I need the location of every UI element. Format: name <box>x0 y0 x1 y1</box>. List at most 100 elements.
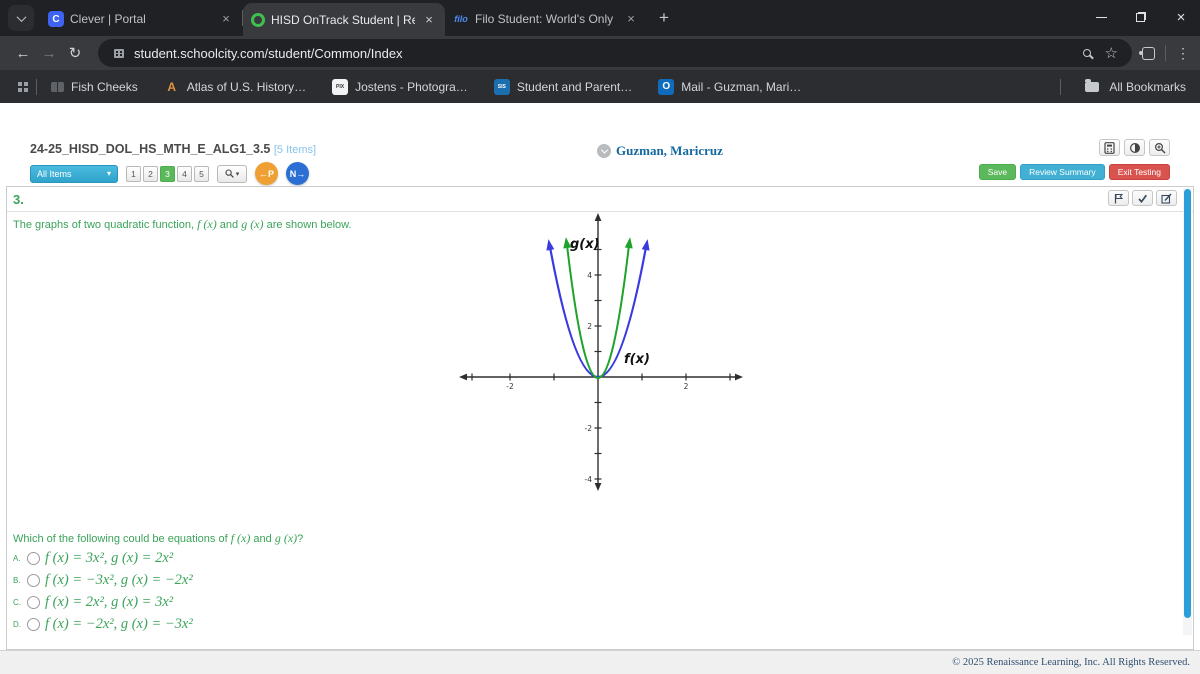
student-chip: Guzman, Maricruz <box>597 143 723 159</box>
x-axis-right-arrow <box>735 373 743 381</box>
bookmark-fish-cheeks[interactable]: Fish Cheeks <box>51 80 138 94</box>
y-tick-pos4: 4 <box>587 271 592 280</box>
tab-search-button[interactable] <box>8 5 34 31</box>
tab-title: HISD OnTrack Student | Renais <box>271 12 415 27</box>
pager-item-4[interactable]: 4 <box>177 165 192 182</box>
panel-scrollbar-thumb[interactable] <box>1184 189 1191 619</box>
option-b-equation: f (x) = −3x², g (x) = −2x² <box>45 571 193 588</box>
browser-menu-icon[interactable]: ⋮ <box>1176 45 1190 62</box>
window-close-button[interactable]: × <box>1168 4 1194 30</box>
pager-item-1[interactable]: 1 <box>126 165 141 182</box>
x-tick-pos2: 2 <box>684 382 689 391</box>
f-curve-left-arrow <box>546 239 555 251</box>
notes-button[interactable] <box>1156 190 1177 206</box>
extensions-icon[interactable] <box>1139 46 1155 60</box>
flag-question-button[interactable] <box>1108 190 1129 206</box>
all-bookmarks-button[interactable]: All Bookmarks <box>1060 78 1186 95</box>
forward-button[interactable]: → <box>36 40 62 66</box>
zoom-page-icon[interactable] <box>1082 49 1091 57</box>
minimize-button[interactable] <box>1088 4 1114 30</box>
reload-button[interactable]: ↻ <box>62 40 88 66</box>
option-b-row: B. f (x) = −3x², g (x) = −2x² <box>13 569 193 591</box>
exit-testing-button[interactable]: Exit Testing <box>1108 164 1170 180</box>
answer-options: A. f (x) = 3x², g (x) = 2x² B. f (x) = −… <box>13 547 193 635</box>
close-icon[interactable]: × <box>218 11 234 27</box>
bookmark-outlook-mail[interactable]: O Mail - Guzman, Mari… <box>658 78 801 95</box>
f-curve-label: f(x) <box>624 352 650 367</box>
bookmarks-bar: Fish Cheeks A Atlas of U.S. History… PIX… <box>0 70 1200 103</box>
option-b-radio[interactable] <box>27 573 40 587</box>
atlas-a-icon: A <box>167 79 177 94</box>
address-bar[interactable]: student.schoolcity.com/student/Common/In… <box>98 39 1132 67</box>
restore-button[interactable] <box>1128 4 1154 30</box>
bookmark-star-icon[interactable]: ☆ <box>1105 44 1118 62</box>
option-c-radio[interactable] <box>27 595 40 609</box>
copyright-text: © 2025 Renaissance Learning, Inc. All Ri… <box>952 657 1190 668</box>
url-text: student.schoolcity.com/student/Common/In… <box>134 45 403 61</box>
tab-clever-portal[interactable]: C Clever | Portal × <box>40 2 242 36</box>
tab-filo-student[interactable]: filo Filo Student: World's Only Live × <box>445 2 647 36</box>
contrast-icon <box>1129 142 1140 153</box>
edit-icon <box>1161 193 1172 204</box>
clever-favicon: C <box>48 11 64 27</box>
pager-item-3-active[interactable]: 3 <box>160 165 175 182</box>
option-b-letter: B. <box>13 575 21 585</box>
all-bookmarks-label: All Bookmarks <box>1109 79 1186 94</box>
close-icon[interactable]: × <box>421 12 437 28</box>
bookmark-label: Student and Parent… <box>516 79 633 94</box>
subprompt-text: and <box>250 533 275 545</box>
question-number: 3. <box>13 192 24 207</box>
user-avatar-icon <box>597 144 611 158</box>
bookmark-sis[interactable]: SIS Student and Parent… <box>493 78 633 95</box>
bookmark-atlas[interactable]: A Atlas of U.S. History… <box>164 79 306 95</box>
calculator-icon <box>1104 141 1115 154</box>
previous-question-button[interactable]: ←P <box>255 162 278 185</box>
bookmarks-separator <box>36 78 37 95</box>
pager-item-5[interactable]: 5 <box>194 165 209 182</box>
all-items-label: All Items <box>37 168 72 179</box>
question-search-dropdown[interactable]: ▾ <box>217 164 247 183</box>
panel-scrollbar-track[interactable] <box>1183 188 1192 635</box>
math-f: f (x) <box>197 217 217 231</box>
zoom-tool-button[interactable] <box>1149 139 1170 156</box>
option-a-radio[interactable] <box>27 551 40 565</box>
tab-title: Clever | Portal <box>70 12 146 26</box>
browser-toolbar: ← → ↻ student.schoolcity.com/student/Com… <box>0 36 1200 70</box>
copyright-footer: © 2025 Renaissance Learning, Inc. All Ri… <box>0 650 1200 674</box>
review-summary-button[interactable]: Review Summary <box>1020 164 1105 180</box>
prompt-text: The graphs of two quadratic function, <box>13 219 198 231</box>
bookmark-jostens[interactable]: PIX Jostens - Photogra… <box>332 78 468 95</box>
question-subprompt: Which of the following could be equation… <box>13 531 303 546</box>
math-f: f (x) <box>230 531 251 545</box>
subprompt-text: ? <box>297 533 304 545</box>
all-items-dropdown[interactable]: All Items ▾ <box>30 164 118 183</box>
tab-hisd-ontrack[interactable]: HISD OnTrack Student | Renais × <box>243 3 445 36</box>
save-button[interactable]: Save <box>978 164 1017 180</box>
next-question-button[interactable]: N→ <box>286 162 309 185</box>
close-icon[interactable]: × <box>623 11 639 27</box>
book-icon <box>51 81 64 92</box>
contrast-button[interactable] <box>1124 139 1145 156</box>
option-c-equation: f (x) = 2x², g (x) = 3x² <box>45 593 174 610</box>
x-axis-left-arrow <box>459 373 467 381</box>
calculator-button[interactable] <box>1099 139 1120 156</box>
magnifier-plus-icon <box>1154 142 1165 153</box>
back-button[interactable]: ← <box>10 40 36 66</box>
option-a-letter: A. <box>13 553 21 563</box>
test-title: 24-25_HISD_DOL_HS_MTH_E_ALG1_3.5 [5 Item… <box>30 142 316 156</box>
option-d-radio[interactable] <box>27 617 40 631</box>
pager-item-2[interactable]: 2 <box>143 165 158 182</box>
bookmark-label: Atlas of U.S. History… <box>186 79 307 94</box>
y-tick-neg2: -2 <box>585 424 593 433</box>
mark-answered-button[interactable] <box>1132 190 1153 206</box>
pix-icon: PIX <box>332 78 349 95</box>
option-d-letter: D. <box>13 619 21 629</box>
apps-grid-icon[interactable] <box>18 81 22 86</box>
prompt-text: are shown below. <box>263 219 352 231</box>
page-content: 24-25_HISD_DOL_HS_MTH_E_ALG1_3.5 [5 Item… <box>0 103 1200 674</box>
new-tab-button[interactable]: + <box>651 5 677 31</box>
sis-icon: SIS <box>493 78 510 95</box>
restore-icon <box>1136 12 1146 22</box>
y-tick-pos2: 2 <box>587 322 592 331</box>
g-curve-right-arrow <box>624 237 633 249</box>
